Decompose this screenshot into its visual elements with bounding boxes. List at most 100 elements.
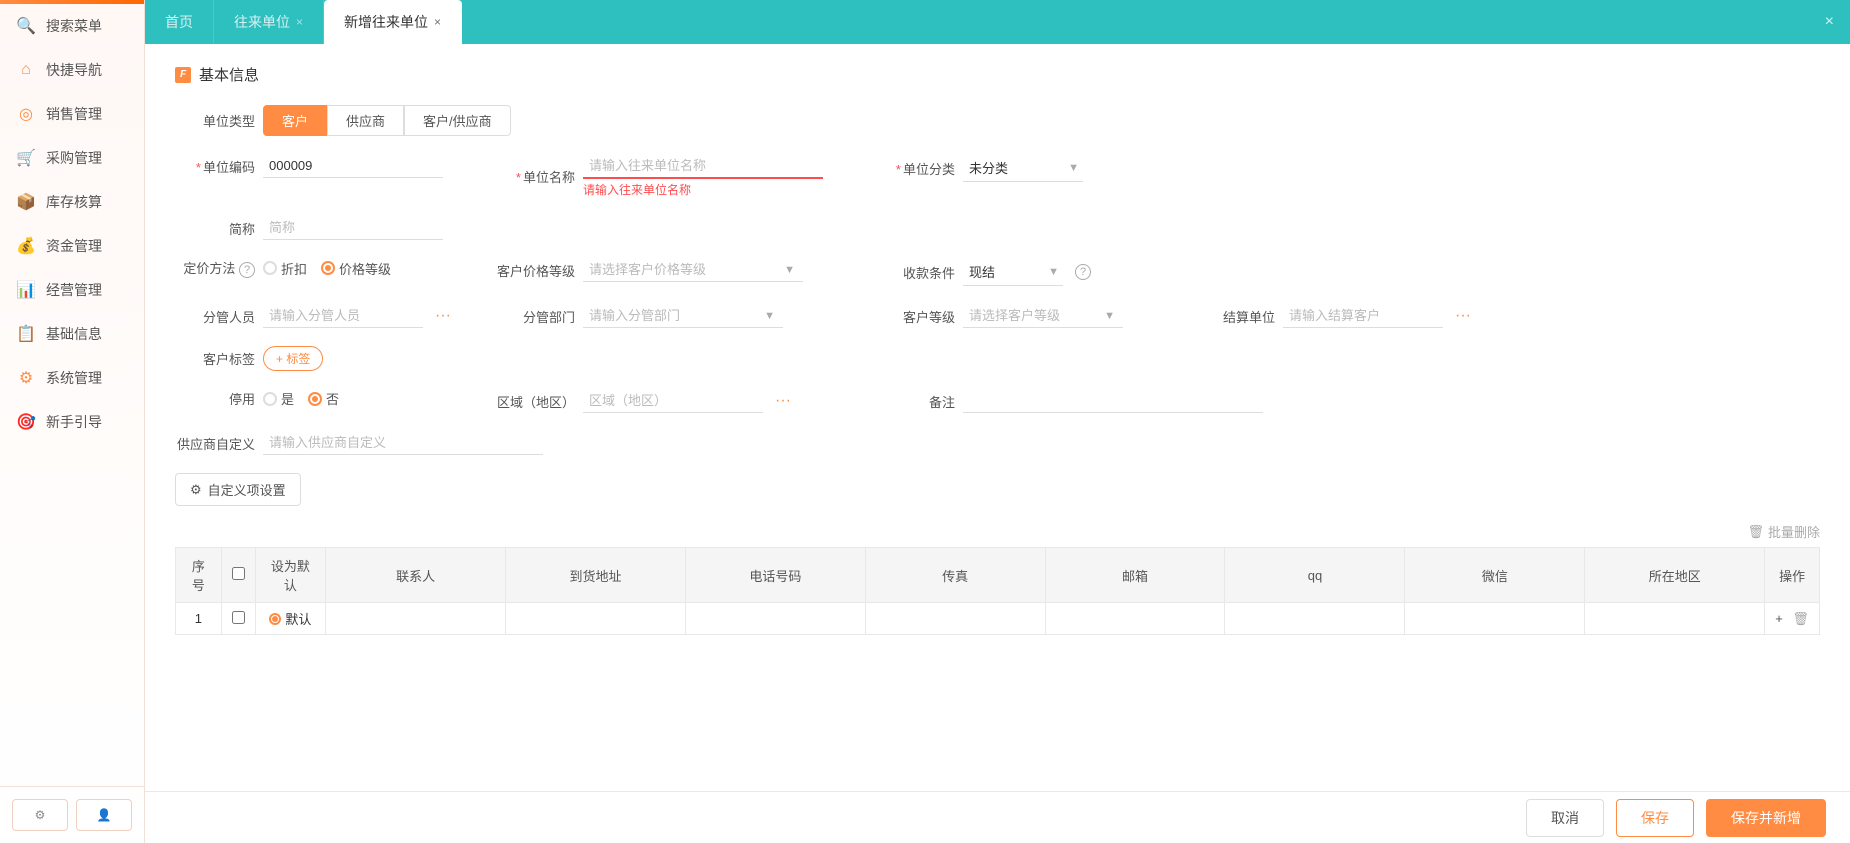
unit-type-both-btn[interactable]: 客户/供应商 — [404, 105, 511, 136]
region-field: 区域（地区） ··· — [495, 389, 835, 413]
purchase-icon: 🛒 — [16, 148, 36, 168]
sidebar-bottom: ⚙ 👤 — [0, 786, 144, 843]
row-checkbox-input[interactable] — [232, 611, 245, 624]
unit-type-supplier-btn[interactable]: 供应商 — [327, 105, 404, 136]
customer-level-field: 客户等级 ▼ — [875, 304, 1155, 328]
customer-tag-field: 客户标签 + 标签 — [175, 346, 1820, 371]
unit-name-error: 请输入往来单位名称 — [583, 181, 823, 198]
sidebar-item-finance[interactable]: 💰 资金管理 — [0, 224, 144, 268]
sidebar-item-newbie[interactable]: 🎯 新手引导 — [0, 400, 144, 444]
col-address: 到货地址 — [506, 548, 686, 603]
pricing-method-label: 定价方法 ? — [175, 258, 255, 278]
tab-new-unit[interactable]: 新增往来单位 × — [324, 0, 462, 44]
disable-yes-option[interactable]: 是 — [263, 389, 294, 408]
main-area: 首页 往来单位 × 新增往来单位 × × F 基本信息 单位类型 客户 供应商 … — [145, 0, 1850, 843]
sidebar-item-label: 基础信息 — [46, 324, 102, 344]
row-fax — [865, 603, 1045, 635]
settlement-unit-input[interactable] — [1283, 304, 1443, 328]
row-qq-input[interactable] — [1235, 611, 1394, 626]
abbreviation-input[interactable] — [263, 216, 443, 240]
tab-home[interactable]: 首页 — [145, 0, 214, 44]
col-phone: 电话号码 — [685, 548, 865, 603]
table-row: 1 默认 — [176, 603, 1820, 635]
customer-tag-row: 客户标签 + 标签 — [175, 346, 1820, 371]
row-default-radio[interactable] — [269, 613, 281, 625]
payment-terms-select-wrapper: 现结 ▼ — [963, 258, 1063, 286]
unit-code-input[interactable] — [263, 154, 443, 178]
tab-new-unit-close[interactable]: × — [434, 15, 441, 29]
select-all-checkbox[interactable] — [232, 567, 245, 580]
sidebar-item-ops[interactable]: 📊 经营管理 — [0, 268, 144, 312]
row-email — [1045, 603, 1225, 635]
department-input[interactable] — [583, 304, 783, 328]
region-more-btn[interactable]: ··· — [771, 392, 795, 410]
custom-settings-button[interactable]: ⚙ 自定义项设置 — [175, 473, 301, 506]
customer-price-level-select-wrapper: ▼ — [583, 258, 803, 282]
unit-type-customer-btn[interactable]: 客户 — [263, 105, 327, 136]
row-fax-input[interactable] — [876, 611, 1035, 626]
manager-row: 分管人员 ··· 分管部门 ▼ 客户等级 ▼ — [175, 304, 1820, 328]
pricing-help-icon[interactable]: ? — [239, 262, 255, 278]
supplier-custom-row: 供应商自定义 — [175, 431, 1820, 455]
tab-bar-close[interactable]: × — [1809, 0, 1850, 44]
col-email: 邮箱 — [1045, 548, 1225, 603]
abbreviation-field: 简称 — [175, 216, 455, 240]
row-contact-input[interactable] — [336, 611, 495, 626]
sidebar-item-label: 快捷导航 — [46, 60, 102, 80]
tab-unit-close[interactable]: × — [296, 15, 303, 29]
row-wechat-input[interactable] — [1415, 611, 1574, 626]
settlement-unit-more-btn[interactable]: ··· — [1451, 307, 1475, 325]
pricing-discount-radio — [263, 261, 277, 275]
sidebar-item-sales[interactable]: ◎ 销售管理 — [0, 92, 144, 136]
col-checkbox — [221, 548, 255, 603]
add-tag-label: + 标签 — [276, 350, 310, 367]
row-address-input[interactable] — [516, 611, 675, 626]
row-contact — [326, 603, 506, 635]
remarks-input[interactable] — [963, 389, 1263, 413]
unit-code-field: *单位编码 — [175, 154, 455, 178]
section-title: F 基本信息 — [175, 64, 1820, 85]
add-tag-button[interactable]: + 标签 — [263, 346, 323, 371]
payment-terms-field: 收款条件 现结 ▼ ? — [875, 258, 1820, 286]
sidebar-item-search[interactable]: 🔍 搜索菜单 — [0, 4, 144, 48]
supplier-custom-field: 供应商自定义 — [175, 431, 1820, 455]
abbreviation-row: 简称 — [175, 216, 1820, 240]
manager-more-btn[interactable]: ··· — [431, 307, 455, 325]
row-phone-input[interactable] — [696, 611, 855, 626]
sidebar-item-purchase[interactable]: 🛒 采购管理 — [0, 136, 144, 180]
sidebar-item-basic[interactable]: 📋 基础信息 — [0, 312, 144, 356]
save-button[interactable]: 保存 — [1616, 799, 1694, 837]
region-input[interactable] — [583, 389, 763, 413]
sidebar-bottom-btn-1[interactable]: ⚙ — [12, 799, 68, 831]
table-header-row: 序号 设为默认 联系人 到货地址 电话号码 传真 邮箱 qq 微信 所在地区 操… — [176, 548, 1820, 603]
row-email-input[interactable] — [1056, 611, 1215, 626]
customer-tag-label: 客户标签 — [175, 349, 255, 368]
supplier-custom-input[interactable] — [263, 431, 543, 455]
payment-terms-help-icon[interactable]: ? — [1075, 264, 1091, 280]
disable-label: 停用 — [175, 389, 255, 408]
department-field: 分管部门 ▼ — [495, 304, 835, 328]
sidebar-item-system[interactable]: ⚙ 系统管理 — [0, 356, 144, 400]
sidebar-item-label: 搜索菜单 — [46, 16, 102, 36]
tab-unit[interactable]: 往来单位 × — [214, 0, 324, 44]
disable-no-option[interactable]: 否 — [308, 389, 339, 408]
sidebar-item-quicknav[interactable]: ⌂ 快捷导航 — [0, 48, 144, 92]
sidebar-bottom-btn-2[interactable]: 👤 — [76, 799, 132, 831]
pricing-price-level-option[interactable]: 价格等级 — [321, 259, 391, 278]
row-add-btn[interactable]: + — [1775, 611, 1783, 626]
customer-level-input[interactable] — [963, 304, 1123, 328]
unit-name-input[interactable] — [583, 154, 823, 179]
customer-price-level-input[interactable] — [583, 258, 803, 282]
batch-delete-label[interactable]: 批量删除 — [1768, 522, 1820, 541]
save-new-button[interactable]: 保存并新增 — [1706, 799, 1826, 837]
contacts-table: 序号 设为默认 联系人 到货地址 电话号码 传真 邮箱 qq 微信 所在地区 操… — [175, 547, 1820, 635]
row-delete-btn[interactable]: 🗑 — [1792, 611, 1809, 626]
row-wechat — [1405, 603, 1585, 635]
pricing-discount-option[interactable]: 折扣 — [263, 259, 307, 278]
payment-terms-value: 现结 — [963, 258, 1063, 286]
cancel-button[interactable]: 取消 — [1526, 799, 1604, 837]
manager-input[interactable] — [263, 304, 423, 328]
sidebar-item-inventory[interactable]: 📦 库存核算 — [0, 180, 144, 224]
row-location-input[interactable] — [1595, 611, 1754, 626]
unit-info-row: *单位编码 *单位名称 请输入往来单位名称 *单位分类 未分类 ▼ — [175, 154, 1820, 198]
